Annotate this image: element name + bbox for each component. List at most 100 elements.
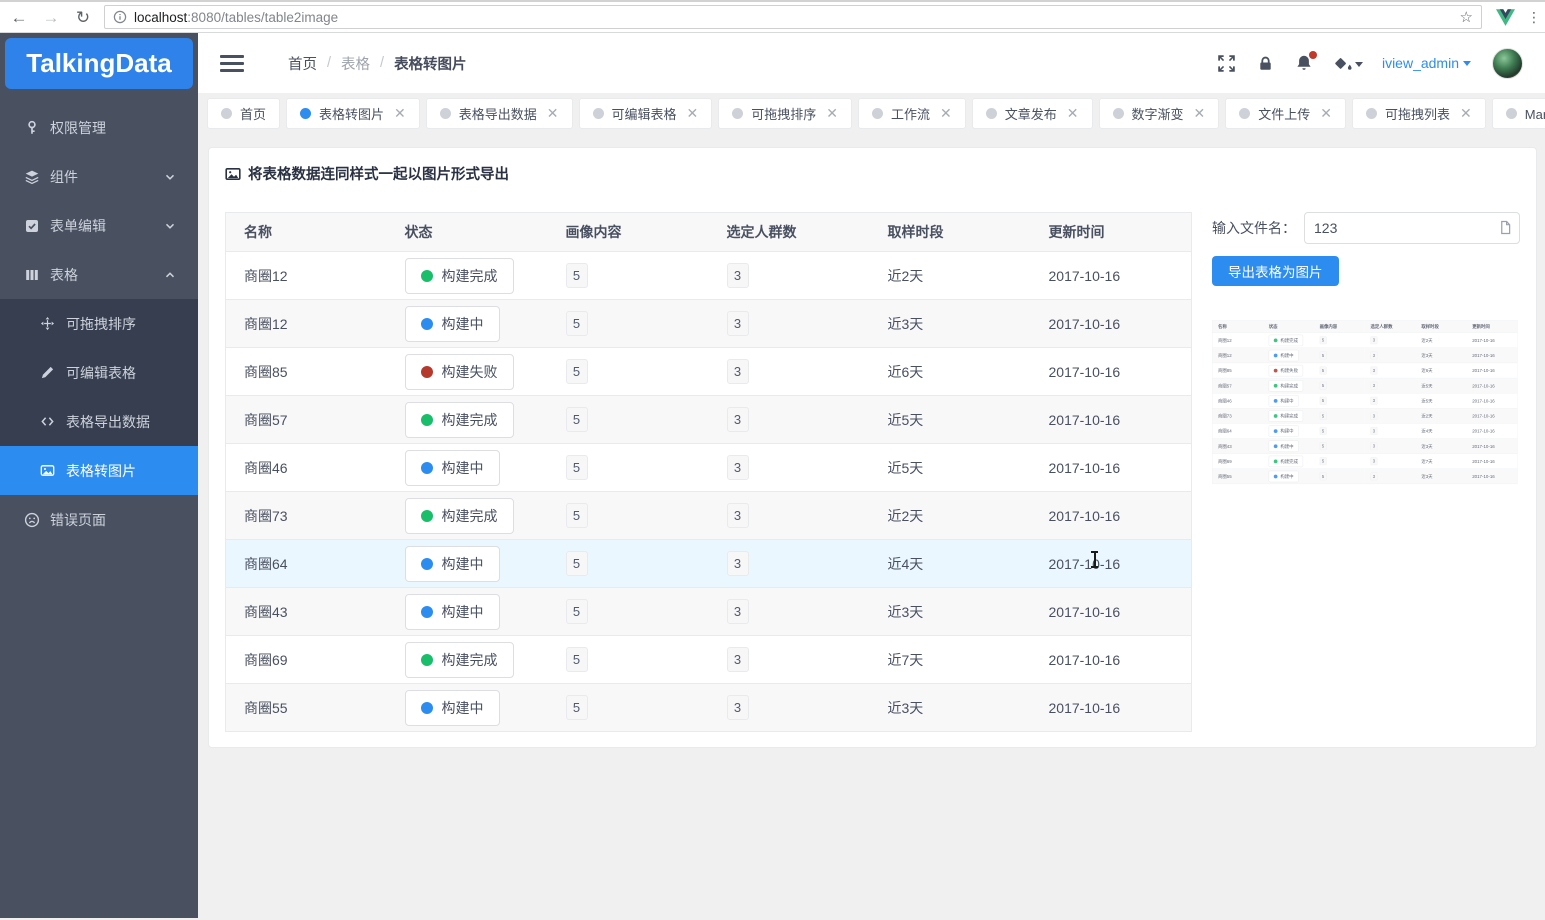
fullscreen-icon[interactable] [1217, 54, 1236, 73]
tab-editable-table[interactable]: 可编辑表格 ✕ [578, 97, 713, 129]
browser-forward-button[interactable]: → [40, 9, 62, 26]
column-header-updated[interactable]: 更新时间 [1030, 212, 1192, 252]
tab-article-publish[interactable]: 文章发布 ✕ [971, 97, 1093, 129]
page-tabs: 首页 表格转图片 ✕ 表格导出数据 ✕ 可编辑表格 ✕ 可拖拽排序 ✕ 工作流 ✕ 文章发… [198, 93, 1545, 133]
content-count-tag: 5 [565, 503, 588, 528]
data-table: 名称 状态 画像内容 选定人群数 取样时段 更新时间 商圈12 构建完成 5 3 近2天… [225, 212, 1192, 732]
tab-dot-icon [1366, 107, 1378, 119]
table-row[interactable]: 商圈85 构建失败 5 3 近6天 2017-10-16 [225, 347, 1192, 396]
sidebar-item-error-pages[interactable]: 错误页面 [0, 495, 198, 544]
filename-input[interactable] [1304, 212, 1520, 244]
tab-workflow[interactable]: 工作流 ✕ [858, 97, 966, 129]
status-label: 构建完成 [441, 411, 498, 428]
move-icon [40, 316, 56, 332]
close-tab-icon[interactable]: ✕ [687, 106, 699, 120]
people-count-tag: 3 [726, 503, 749, 528]
collapse-menu-icon[interactable] [220, 51, 244, 76]
sidebar-item-tables[interactable]: 表格 [0, 250, 198, 299]
table-row[interactable]: 商圈57 构建完成 5 3 近5天 2017-10-16 [225, 395, 1192, 444]
table-row[interactable]: 商圈69 构建完成 5 3 近7天 2017-10-16 [225, 635, 1192, 684]
tab-number-gradient[interactable]: 数字渐变 ✕ [1098, 97, 1220, 129]
column-header-period[interactable]: 取样时段 [869, 212, 1031, 252]
table-row[interactable]: 商圈12 构建完成 5 3 近2天 2017-10-16 [225, 251, 1192, 300]
notifications-bell-icon[interactable] [1295, 51, 1317, 72]
column-header-status[interactable]: 状态 [386, 212, 548, 252]
lock-icon[interactable] [1257, 55, 1274, 72]
cell-name: 商圈12 [225, 251, 387, 300]
data-table: 名称 状态 画像内容 选定人群数 取样时段 更新时间 商圈12 构建完成 5 3 近2天… [1212, 320, 1518, 485]
filename-label: 输入文件名： [1212, 220, 1296, 236]
close-tab-icon[interactable]: ✕ [940, 106, 952, 120]
breadcrumb-tables[interactable]: 表格 [341, 53, 370, 74]
browser-back-button[interactable]: ← [8, 9, 30, 26]
close-tab-icon[interactable]: ✕ [394, 106, 406, 120]
cell-updated: 2017-10-16 [1030, 491, 1192, 540]
table-row[interactable]: 商圈55 构建中 5 3 近3天 2017-10-16 [225, 683, 1192, 732]
tab-drag-sort[interactable]: 可拖拽排序 ✕ [718, 97, 853, 129]
content-count-tag: 5 [565, 695, 588, 720]
cell-name: 商圈46 [225, 443, 387, 492]
column-header-content[interactable]: 画像内容 [547, 212, 709, 252]
status-label: 构建完成 [441, 267, 498, 284]
table-row[interactable]: 商圈46 构建中 5 3 近5天 2017-10-16 [225, 443, 1192, 492]
status-label: 构建中 [441, 699, 484, 716]
content-count-tag: 5 [565, 455, 588, 480]
theme-switch-icon[interactable] [1334, 55, 1363, 72]
sidebar-item-form-edit[interactable]: 表单编辑 [0, 201, 198, 250]
breadcrumb-current: 表格转图片 [394, 56, 467, 73]
sidebar-item-permissions[interactable]: 权限管理 [0, 103, 198, 152]
close-tab-icon[interactable]: ✕ [1460, 106, 1472, 120]
table-row[interactable]: 商圈73 构建完成 5 3 近2天 2017-10-16 [225, 491, 1192, 540]
address-bar[interactable]: localhost:8080/tables/table2image ☆ [104, 5, 1482, 29]
cell-period: 近2天 [869, 251, 1031, 300]
sidebar-item-table-to-image[interactable]: 表格转图片 [0, 446, 198, 495]
table-row[interactable]: 商圈12 构建中 5 3 近3天 2017-10-16 [225, 299, 1192, 348]
cell-period: 近5天 [869, 443, 1031, 492]
column-header-name[interactable]: 名称 [225, 212, 387, 252]
tab-drag-list[interactable]: 可拖拽列表 ✕ [1352, 97, 1486, 129]
user-menu[interactable]: iview_admin [1382, 55, 1471, 71]
status-badge: 构建完成 [404, 257, 514, 294]
status-dot-icon [420, 365, 433, 378]
status-label: 构建中 [441, 459, 484, 476]
cell-updated: 2017-10-16 [1030, 347, 1192, 396]
sidebar-item-editable-table[interactable]: 可编辑表格 [0, 348, 198, 397]
app-logo[interactable]: TalkingData [5, 38, 193, 89]
close-tab-icon[interactable]: ✕ [1194, 106, 1206, 120]
table-row[interactable]: 商圈64 构建中 5 3 近4天 2017-10-16 [225, 539, 1192, 588]
close-tab-icon[interactable]: ✕ [547, 106, 559, 120]
content-card: 将表格数据连同样式一起以图片形式导出 名称 状态 画像内容 选定人群数 取样时段… [208, 147, 1537, 748]
tab-table-export[interactable]: 表格导出数据 ✕ [425, 97, 573, 129]
sidebar-item-components[interactable]: 组件 [0, 152, 198, 201]
content-count-tag: 5 [565, 551, 588, 576]
sidebar-item-label: 错误页面 [50, 511, 106, 528]
page-info-icon[interactable] [113, 10, 127, 24]
content-count-tag: 5 [565, 407, 588, 432]
avatar[interactable] [1492, 47, 1523, 79]
browser-menu-icon[interactable]: ⋮ [1527, 10, 1541, 24]
table-columns-icon [24, 267, 40, 283]
close-tab-icon[interactable]: ✕ [1320, 106, 1332, 120]
tab-markdown-editor[interactable]: Markdown编辑器✕ [1491, 97, 1545, 129]
sidebar-item-table-export[interactable]: 表格导出数据 [0, 397, 198, 446]
vue-devtools-icon[interactable] [1496, 8, 1515, 26]
column-header-people[interactable]: 选定人群数 [708, 212, 870, 252]
close-tab-icon[interactable]: ✕ [1067, 106, 1079, 120]
image-icon [225, 166, 241, 182]
browser-reload-button[interactable]: ↻ [72, 9, 94, 26]
tab-home[interactable]: 首页 [207, 97, 281, 129]
tab-table-to-image[interactable]: 表格转图片 ✕ [286, 97, 420, 129]
bookmark-star-icon[interactable]: ☆ [1460, 8, 1473, 26]
status-label: 构建中 [441, 315, 484, 332]
export-panel: 输入文件名： 导出表格为图片 [1212, 212, 1520, 491]
status-badge: 构建中 [404, 545, 500, 582]
sidebar-item-drag-sort[interactable]: 可拖拽排序 [0, 299, 198, 348]
card-title-text: 将表格数据连同样式一起以图片形式导出 [248, 167, 509, 183]
layers-icon [24, 169, 40, 185]
table-row[interactable]: 商圈43 构建中 5 3 近3天 2017-10-16 [225, 587, 1192, 636]
close-tab-icon[interactable]: ✕ [826, 106, 838, 120]
tab-file-upload[interactable]: 文件上传 ✕ [1225, 97, 1347, 129]
export-image-button[interactable]: 导出表格为图片 [1212, 256, 1339, 286]
breadcrumb-home[interactable]: 首页 [288, 53, 317, 74]
url-text[interactable]: localhost:8080/tables/table2image [134, 10, 1453, 25]
